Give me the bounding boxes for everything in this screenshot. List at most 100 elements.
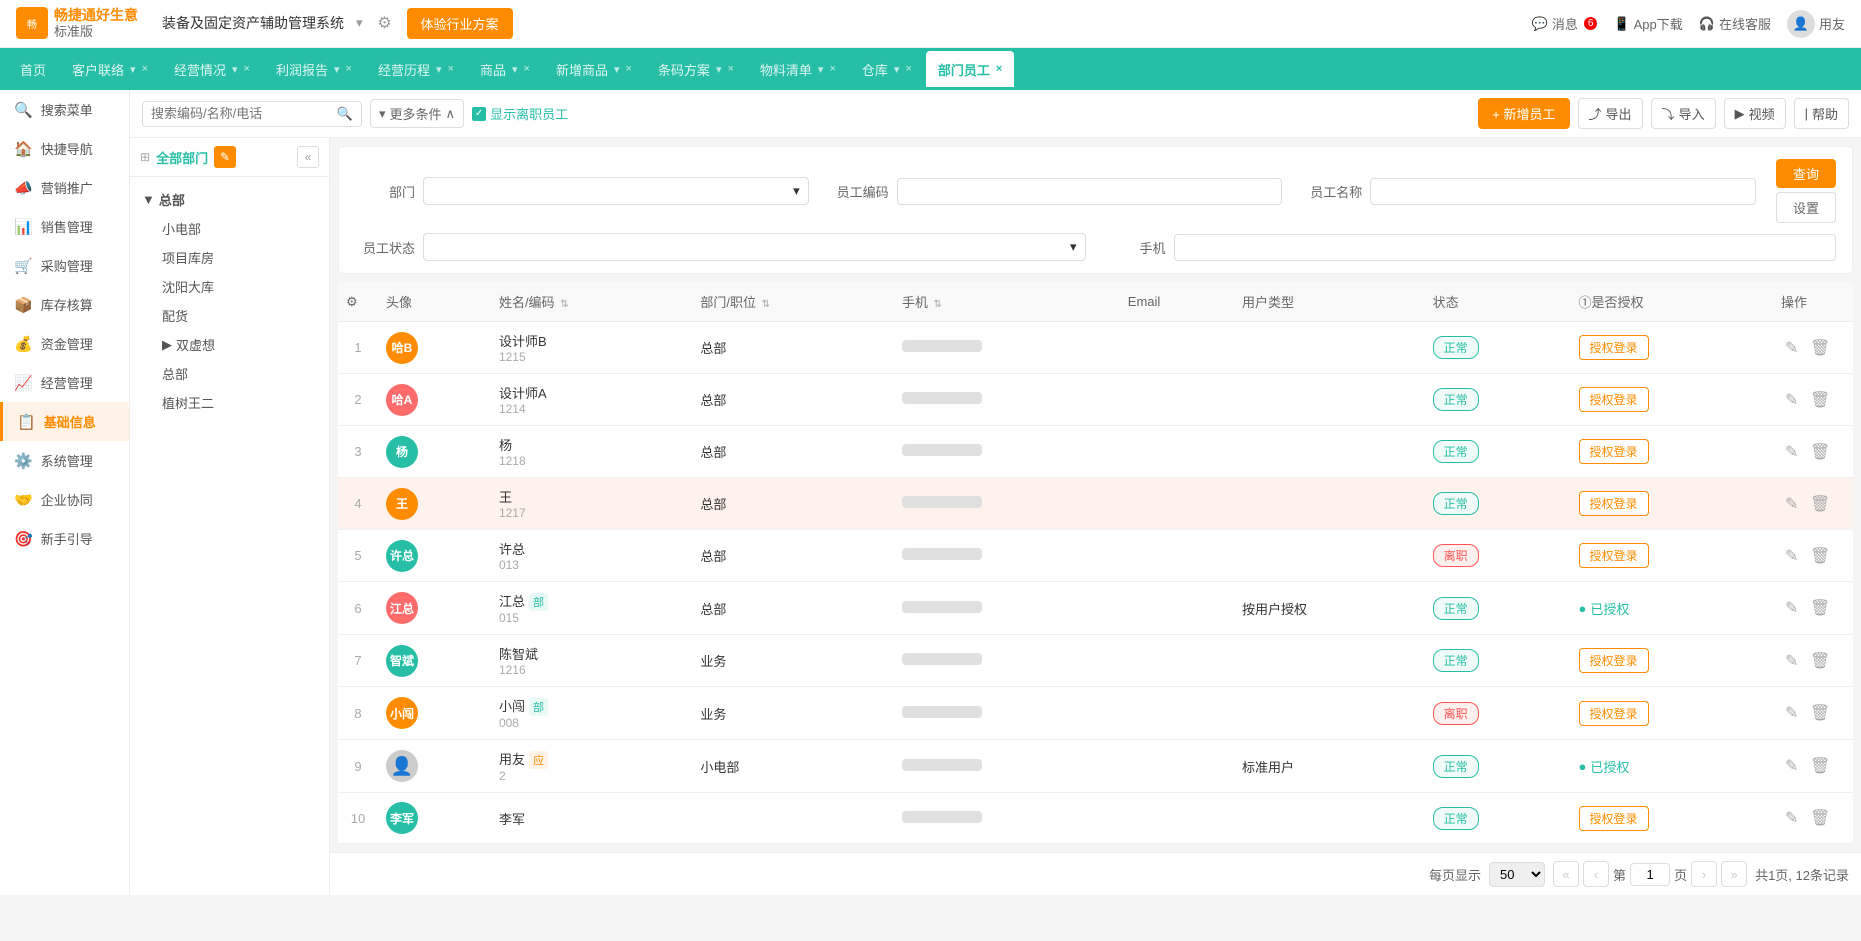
filter-empname-input[interactable]	[1370, 178, 1756, 205]
edit-button[interactable]: ✎	[1781, 649, 1802, 673]
th-settings[interactable]: ⚙	[338, 282, 378, 322]
edit-button[interactable]: ✎	[1781, 701, 1802, 725]
tab-close-icon[interactable]: ×	[524, 63, 530, 75]
sidebar-item-搜索菜单[interactable]: 🔍搜索菜单	[0, 90, 129, 129]
tab-close-icon[interactable]: ×	[829, 63, 835, 75]
show-resigned-toggle[interactable]: ✓ 显示离职员工	[472, 104, 568, 123]
th-phone[interactable]: 手机 ⇅	[894, 282, 1120, 322]
user-item[interactable]: 👤 用友	[1787, 10, 1845, 38]
import-button[interactable]: ⤵ 导入	[1651, 98, 1716, 129]
sidebar-item-快捷导航[interactable]: 🏠快捷导航	[0, 129, 129, 168]
edit-button[interactable]: ✎	[1781, 544, 1802, 568]
tab-close-icon[interactable]: ×	[448, 63, 454, 75]
nav-tab-经营历程[interactable]: 经营历程 ▾ ×	[366, 51, 466, 87]
dept-edit-icon[interactable]: ✎	[214, 146, 236, 168]
prev-page-btn[interactable]: ‹	[1583, 861, 1609, 887]
search-input-wrap[interactable]: 🔍	[142, 101, 362, 127]
system-dropdown-arrow[interactable]: ▾	[356, 15, 363, 31]
sidebar-item-库存核算[interactable]: 📦库存核算	[0, 285, 129, 324]
dept-node-sx[interactable]: ▶ 双虚想	[150, 330, 329, 359]
auth-login-button[interactable]: 授权登录	[1579, 543, 1649, 568]
sidebar-item-基础信息[interactable]: 📋基础信息	[0, 402, 129, 441]
auth-login-button[interactable]: 授权登录	[1579, 701, 1649, 726]
edit-button[interactable]: ✎	[1781, 754, 1802, 778]
nav-tab-仓库[interactable]: 仓库 ▾ ×	[850, 51, 924, 87]
delete-button[interactable]: 🗑	[1806, 754, 1834, 778]
sidebar-item-企业协同[interactable]: 🤝企业协同	[0, 480, 129, 519]
nav-tab-物料清单[interactable]: 物料清单 ▾ ×	[748, 51, 848, 87]
edit-button[interactable]: ✎	[1781, 440, 1802, 464]
auth-login-button[interactable]: 授权登录	[1579, 491, 1649, 516]
first-page-btn[interactable]: «	[1553, 861, 1579, 887]
more-filter-btn[interactable]: ▾ 更多条件 ∧	[370, 99, 464, 128]
delete-button[interactable]: 🗑	[1806, 806, 1834, 830]
sidebar-item-经营管理[interactable]: 📈经营管理	[0, 363, 129, 402]
messages-item[interactable]: 💬 消息 6	[1532, 14, 1598, 33]
add-employee-button[interactable]: + 新增员工	[1478, 98, 1569, 129]
delete-button[interactable]: 🗑	[1806, 336, 1834, 360]
online-service-item[interactable]: 🎧 在线客服	[1699, 14, 1771, 33]
dept-node-syd[interactable]: 沈阳大库	[150, 272, 329, 301]
dept-node-zb[interactable]: 总部	[150, 359, 329, 388]
last-page-btn[interactable]: »	[1721, 861, 1747, 887]
dept-node-ph[interactable]: 配货	[150, 301, 329, 330]
auth-login-button[interactable]: 授权登录	[1579, 335, 1649, 360]
filter-dept-select[interactable]: ▾	[423, 177, 809, 205]
nav-tab-利润报告[interactable]: 利润报告 ▾ ×	[264, 51, 364, 87]
auth-login-button[interactable]: 授权登录	[1579, 439, 1649, 464]
export-button[interactable]: ⤴ 导出	[1578, 98, 1643, 129]
filter-status-select[interactable]: ▾	[423, 233, 1086, 261]
page-input[interactable]	[1630, 863, 1670, 886]
nav-tab-部门员工[interactable]: 部门员工 ×	[926, 51, 1014, 87]
auth-login-button[interactable]: 授权登录	[1579, 387, 1649, 412]
dept-node-head[interactable]: ▼ 总部	[130, 185, 329, 214]
sidebar-item-系统管理[interactable]: ⚙️系统管理	[0, 441, 129, 480]
set-button[interactable]: 设置	[1776, 192, 1836, 223]
tab-close-icon[interactable]: ×	[727, 63, 733, 75]
tab-close-icon[interactable]: ×	[244, 63, 250, 75]
tab-close-icon[interactable]: ×	[625, 63, 631, 75]
th-dept[interactable]: 部门/职位 ⇅	[692, 282, 893, 322]
sidebar-item-资金管理[interactable]: 💰资金管理	[0, 324, 129, 363]
nav-tab-客户联络[interactable]: 客户联络 ▾ ×	[60, 51, 160, 87]
delete-button[interactable]: 🗑	[1806, 596, 1834, 620]
tab-close-icon[interactable]: ×	[996, 63, 1002, 75]
auth-login-button[interactable]: 授权登录	[1579, 806, 1649, 831]
dept-node-zswe[interactable]: 植树王二	[150, 388, 329, 417]
next-page-btn[interactable]: ›	[1691, 861, 1717, 887]
sidebar-item-采购管理[interactable]: 🛒采购管理	[0, 246, 129, 285]
sidebar-item-销售管理[interactable]: 📊销售管理	[0, 207, 129, 246]
edit-button[interactable]: ✎	[1781, 596, 1802, 620]
edit-button[interactable]: ✎	[1781, 806, 1802, 830]
delete-button[interactable]: 🗑	[1806, 388, 1834, 412]
tab-close-icon[interactable]: ×	[142, 63, 148, 75]
collapse-btn[interactable]: «	[297, 146, 319, 168]
th-name[interactable]: 姓名/编码 ⇅	[491, 282, 692, 322]
tab-close-icon[interactable]: ×	[905, 63, 911, 75]
sidebar-item-新手引导[interactable]: 🎯新手引导	[0, 519, 129, 558]
gear-button[interactable]: ⚙	[371, 9, 399, 37]
nav-tab-新增商品[interactable]: 新增商品 ▾ ×	[544, 51, 644, 87]
filter-phone-input[interactable]	[1174, 234, 1837, 261]
page-size-select[interactable]: 50 100	[1489, 862, 1545, 887]
delete-button[interactable]: 🗑	[1806, 492, 1834, 516]
dept-node-xmkf[interactable]: 项目库房	[150, 243, 329, 272]
auth-login-button[interactable]: 授权登录	[1579, 648, 1649, 673]
query-button[interactable]: 查询	[1776, 159, 1836, 188]
nav-tab-商品[interactable]: 商品 ▾ ×	[468, 51, 542, 87]
edit-button[interactable]: ✎	[1781, 492, 1802, 516]
nav-tab-首页[interactable]: 首页	[8, 51, 58, 87]
tab-close-icon[interactable]: ×	[346, 63, 352, 75]
nav-tab-经营情况[interactable]: 经营情况 ▾ ×	[162, 51, 262, 87]
trial-button[interactable]: 体验行业方案	[407, 8, 513, 39]
filter-empcode-input[interactable]	[897, 178, 1283, 205]
delete-button[interactable]: 🗑	[1806, 440, 1834, 464]
app-download-item[interactable]: 📱 App下载	[1613, 14, 1682, 33]
edit-button[interactable]: ✎	[1781, 336, 1802, 360]
sidebar-item-营销推广[interactable]: 📣营销推广	[0, 168, 129, 207]
search-input[interactable]	[151, 106, 333, 121]
delete-button[interactable]: 🗑	[1806, 649, 1834, 673]
help-button[interactable]: | 帮助	[1794, 98, 1849, 129]
edit-button[interactable]: ✎	[1781, 388, 1802, 412]
dept-all-label[interactable]: 全部部门	[156, 148, 208, 167]
